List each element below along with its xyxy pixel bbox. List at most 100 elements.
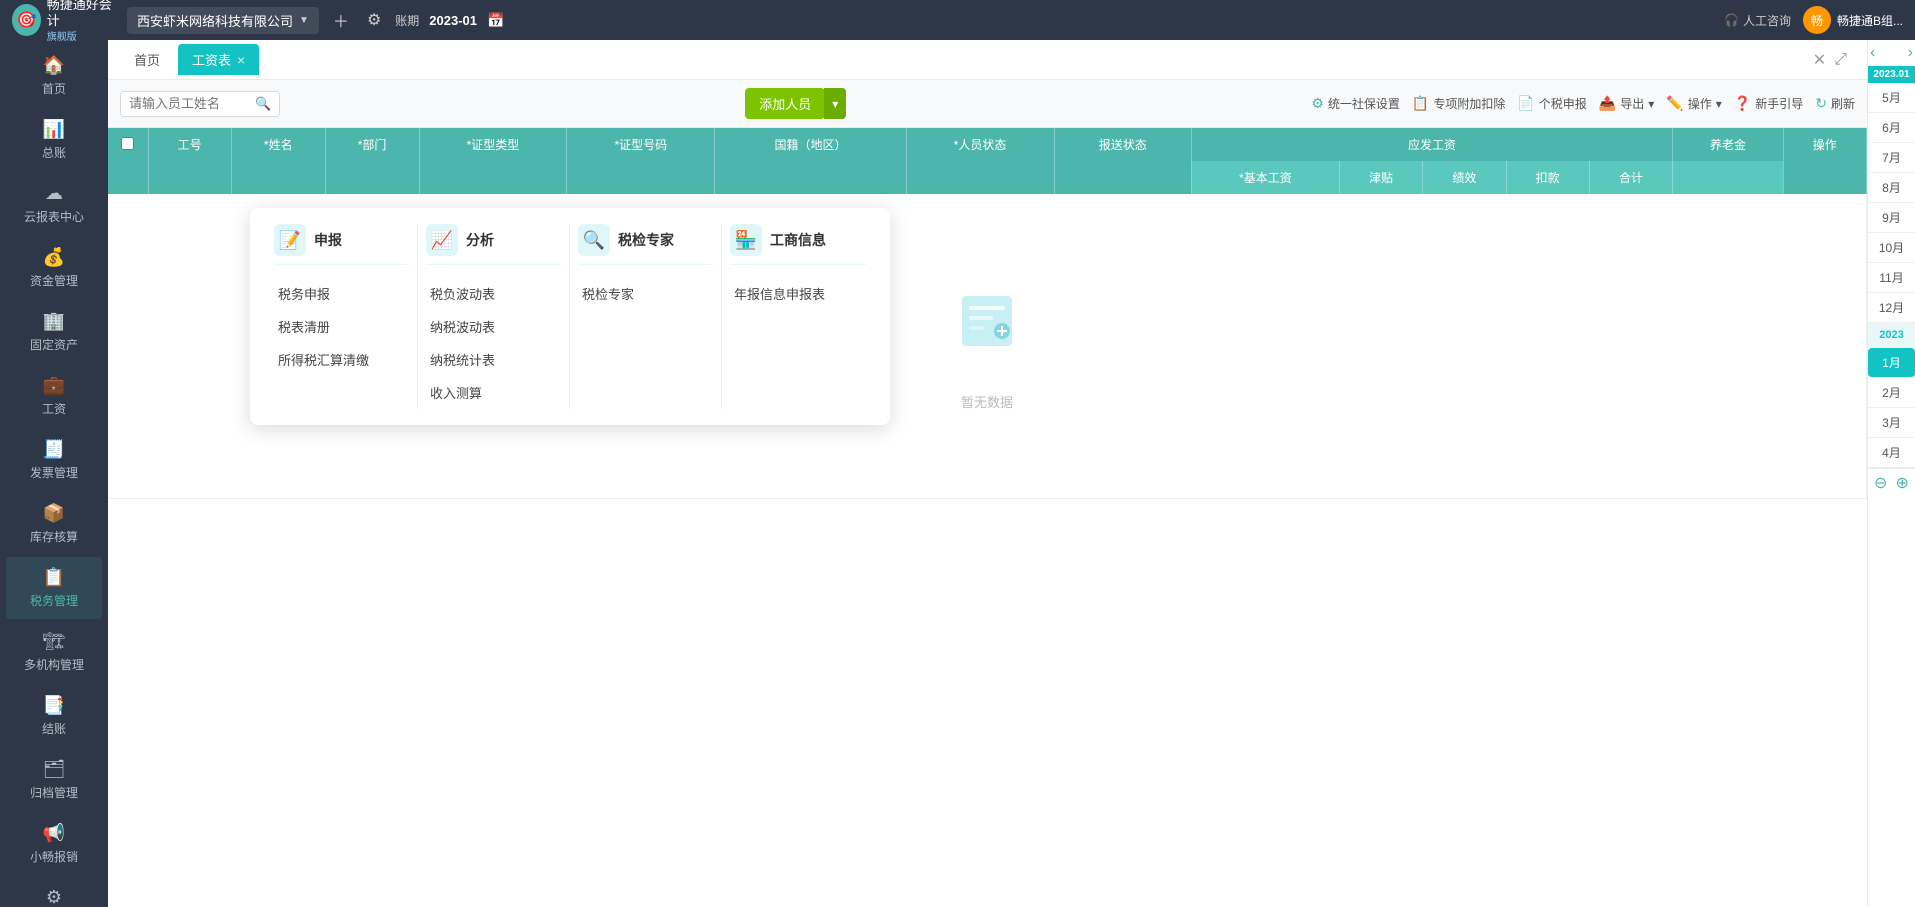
dropdown-col-analysis-header: 📈 分析 bbox=[426, 224, 561, 265]
guide-toolbar-icon: ❓ bbox=[1734, 95, 1751, 112]
company-selector[interactable]: 西安虾米网络科技有限公司 ▼ bbox=[127, 7, 319, 34]
guide-button[interactable]: ❓ 新手引导 bbox=[1734, 95, 1803, 112]
salary-icon: 💼 bbox=[43, 375, 65, 396]
dropdown-item-tax-form[interactable]: 税表清册 bbox=[274, 310, 409, 343]
dropdown-item-tax-declare[interactable]: 税务申报 bbox=[274, 277, 409, 310]
add-person-dropdown[interactable]: ▾ bbox=[824, 88, 846, 119]
archive-icon: 🗂 bbox=[43, 759, 66, 780]
avatar: 畅 bbox=[1803, 6, 1831, 34]
sidebar-item-inventory[interactable]: 📦 库存核算 bbox=[6, 493, 102, 555]
check-all[interactable] bbox=[121, 137, 134, 150]
app-subtitle: 旗舰版 bbox=[47, 28, 117, 43]
add-person-button[interactable]: 添加人员 bbox=[745, 88, 825, 119]
rs-month-10[interactable]: 10月 bbox=[1868, 233, 1915, 263]
sidebar-item-salary[interactable]: 💼 工资 bbox=[6, 365, 102, 427]
tab-close-icon[interactable]: × bbox=[237, 52, 245, 68]
rs-month-4[interactable]: 4月 bbox=[1868, 438, 1915, 468]
sidebar-item-closing[interactable]: 📑 结账 bbox=[6, 685, 102, 747]
close-window-button[interactable]: ✕ bbox=[1813, 50, 1826, 70]
sidebar-item-basic-settings[interactable]: ⚙ 基础设置 bbox=[6, 877, 102, 907]
sidebar-item-multi-org[interactable]: 🏗 多机构管理 bbox=[6, 621, 102, 683]
tab-salary[interactable]: 工资表 × bbox=[178, 44, 259, 75]
export-button[interactable]: 📤 导出 ▾ bbox=[1599, 95, 1654, 112]
rs-month-3[interactable]: 3月 bbox=[1868, 408, 1915, 438]
dropdown-item-annual-report[interactable]: 年报信息申报表 bbox=[730, 277, 866, 310]
sidebar-item-expense[interactable]: 📢 小畅报销 bbox=[6, 813, 102, 875]
refresh-button[interactable]: ↻ 刷新 bbox=[1815, 95, 1855, 112]
dropdown-item-tax-fluctuation2[interactable]: 纳税波动表 bbox=[426, 310, 561, 343]
user-info[interactable]: 畅 畅捷通B组... bbox=[1803, 6, 1903, 34]
rs-month-8[interactable]: 8月 bbox=[1868, 173, 1915, 203]
operations-chevron: ▾ bbox=[1716, 97, 1722, 111]
business-icon: 🏪 bbox=[730, 224, 762, 256]
dropdown-item-tax-stats[interactable]: 纳税统计表 bbox=[426, 343, 561, 376]
dropdown-item-tax-fluctuation[interactable]: 税负波动表 bbox=[426, 277, 561, 310]
select-all-checkbox[interactable] bbox=[108, 128, 148, 161]
tab-home[interactable]: 首页 bbox=[120, 44, 174, 75]
home-icon: 🏠 bbox=[43, 55, 65, 76]
col-allowance: 津贴 bbox=[1339, 161, 1422, 194]
inventory-icon: 📦 bbox=[43, 503, 65, 524]
sidebar-item-funds[interactable]: 💰 资金管理 bbox=[6, 237, 102, 299]
sidebar-item-invoice[interactable]: 🧾 发票管理 bbox=[6, 429, 102, 491]
dropdown-col-declare-header: 📝 申报 bbox=[274, 224, 409, 265]
settings-icon[interactable]: ⚙ bbox=[363, 6, 385, 34]
next-year-button[interactable]: › bbox=[1908, 44, 1913, 62]
search-input[interactable] bbox=[129, 96, 249, 111]
operations-button[interactable]: ✏️ 操作 ▾ bbox=[1666, 95, 1721, 112]
analysis-icon: 📈 bbox=[426, 224, 458, 256]
col-performance: 绩效 bbox=[1423, 161, 1506, 194]
add-company-button[interactable]: ＋ bbox=[329, 4, 353, 36]
collapse-button[interactable]: ⊖ bbox=[1874, 473, 1887, 493]
rs-month-1[interactable]: 1月 bbox=[1868, 348, 1915, 378]
app-title: 畅捷通好会计 bbox=[47, 0, 117, 28]
settings-icon: ⚙ bbox=[46, 887, 62, 907]
rs-month-5[interactable]: 5月 bbox=[1868, 83, 1915, 113]
unified-social-security-button[interactable]: ⚙ 统一社保设置 bbox=[1311, 95, 1400, 112]
dropdown-col-business-header: 🏪 工商信息 bbox=[730, 224, 866, 265]
right-sidebar-year-label: 2023.01 bbox=[1868, 66, 1915, 83]
rs-month-6[interactable]: 6月 bbox=[1868, 113, 1915, 143]
rs-month-2[interactable]: 2月 bbox=[1868, 378, 1915, 408]
period-value: 2023-01 bbox=[429, 13, 477, 28]
prev-year-button[interactable]: ‹ bbox=[1870, 44, 1875, 62]
col-cert-type: *证型类型 bbox=[419, 128, 567, 161]
sidebar-item-ledger[interactable]: 📊 总账 bbox=[6, 109, 102, 171]
dropdown-item-tax-expert[interactable]: 税检专家 bbox=[578, 277, 713, 310]
calendar-icon[interactable]: 📅 bbox=[487, 12, 504, 29]
rs-month-7[interactable]: 7月 bbox=[1868, 143, 1915, 173]
dropdown-item-income-tax[interactable]: 所得税汇算清缴 bbox=[274, 343, 409, 376]
col-total: 合计 bbox=[1589, 161, 1672, 194]
sidebar-item-archive[interactable]: 🗂 归档管理 bbox=[6, 749, 102, 811]
dropdown-col-analysis: 📈 分析 税负波动表 纳税波动表 纳税统计表 收入测算 bbox=[418, 224, 570, 409]
company-name: 西安虾米网络科技有限公司 bbox=[137, 11, 293, 30]
sidebar-item-home[interactable]: 🏠 首页 bbox=[6, 45, 102, 107]
expense-icon: 📢 bbox=[43, 823, 65, 844]
sidebar-item-fixed-assets[interactable]: 🏢 固定资产 bbox=[6, 301, 102, 363]
closing-icon: 📑 bbox=[43, 695, 65, 716]
special-deduction-button[interactable]: 📋 专项附加扣除 bbox=[1412, 95, 1505, 112]
individual-tax-button[interactable]: 📄 个税申报 bbox=[1517, 95, 1586, 112]
fixed-assets-icon: 🏢 bbox=[43, 311, 65, 332]
salary-tab-label: 工资表 bbox=[192, 50, 231, 69]
sidebar-item-cloud-report[interactable]: ☁ 云报表中心 bbox=[6, 173, 102, 235]
rs-month-9[interactable]: 9月 bbox=[1868, 203, 1915, 233]
content-area: 首页 工资表 × ✕ ⤢ 🔍 添加人员 ▾ bbox=[108, 40, 1867, 907]
expand-button[interactable]: ⊕ bbox=[1896, 473, 1909, 493]
sidebar-item-tax[interactable]: 📋 税务管理 bbox=[6, 557, 102, 619]
rs-month-11[interactable]: 11月 bbox=[1868, 263, 1915, 293]
empty-text: 暂无数据 bbox=[961, 392, 1013, 411]
invoice-icon: 🧾 bbox=[43, 439, 65, 460]
search-icon: 🔍 bbox=[255, 96, 271, 112]
operations-icon: ✏️ bbox=[1666, 95, 1683, 112]
col-work-id: 工号 bbox=[148, 128, 231, 161]
service-button[interactable]: 🎧 人工咨询 bbox=[1724, 12, 1791, 29]
expand-window-button[interactable]: ⤢ bbox=[1834, 51, 1847, 69]
rs-month-12[interactable]: 12月 bbox=[1868, 293, 1915, 323]
right-sidebar: ‹ › 2023.01 5月 6月 7月 8月 9月 10月 11月 12月 2… bbox=[1867, 40, 1915, 907]
dropdown-item-income-estimate[interactable]: 收入测算 bbox=[426, 376, 561, 409]
multi-org-icon: 🏗 bbox=[43, 631, 66, 652]
user-name: 畅捷通B组... bbox=[1837, 12, 1903, 29]
dropdown-menu: 📝 申报 税务申报 税表清册 所得税汇算清缴 📈 分析 税负波动表 纳税波动表 … bbox=[250, 208, 890, 425]
security-icon: ⚙ bbox=[1311, 95, 1324, 112]
